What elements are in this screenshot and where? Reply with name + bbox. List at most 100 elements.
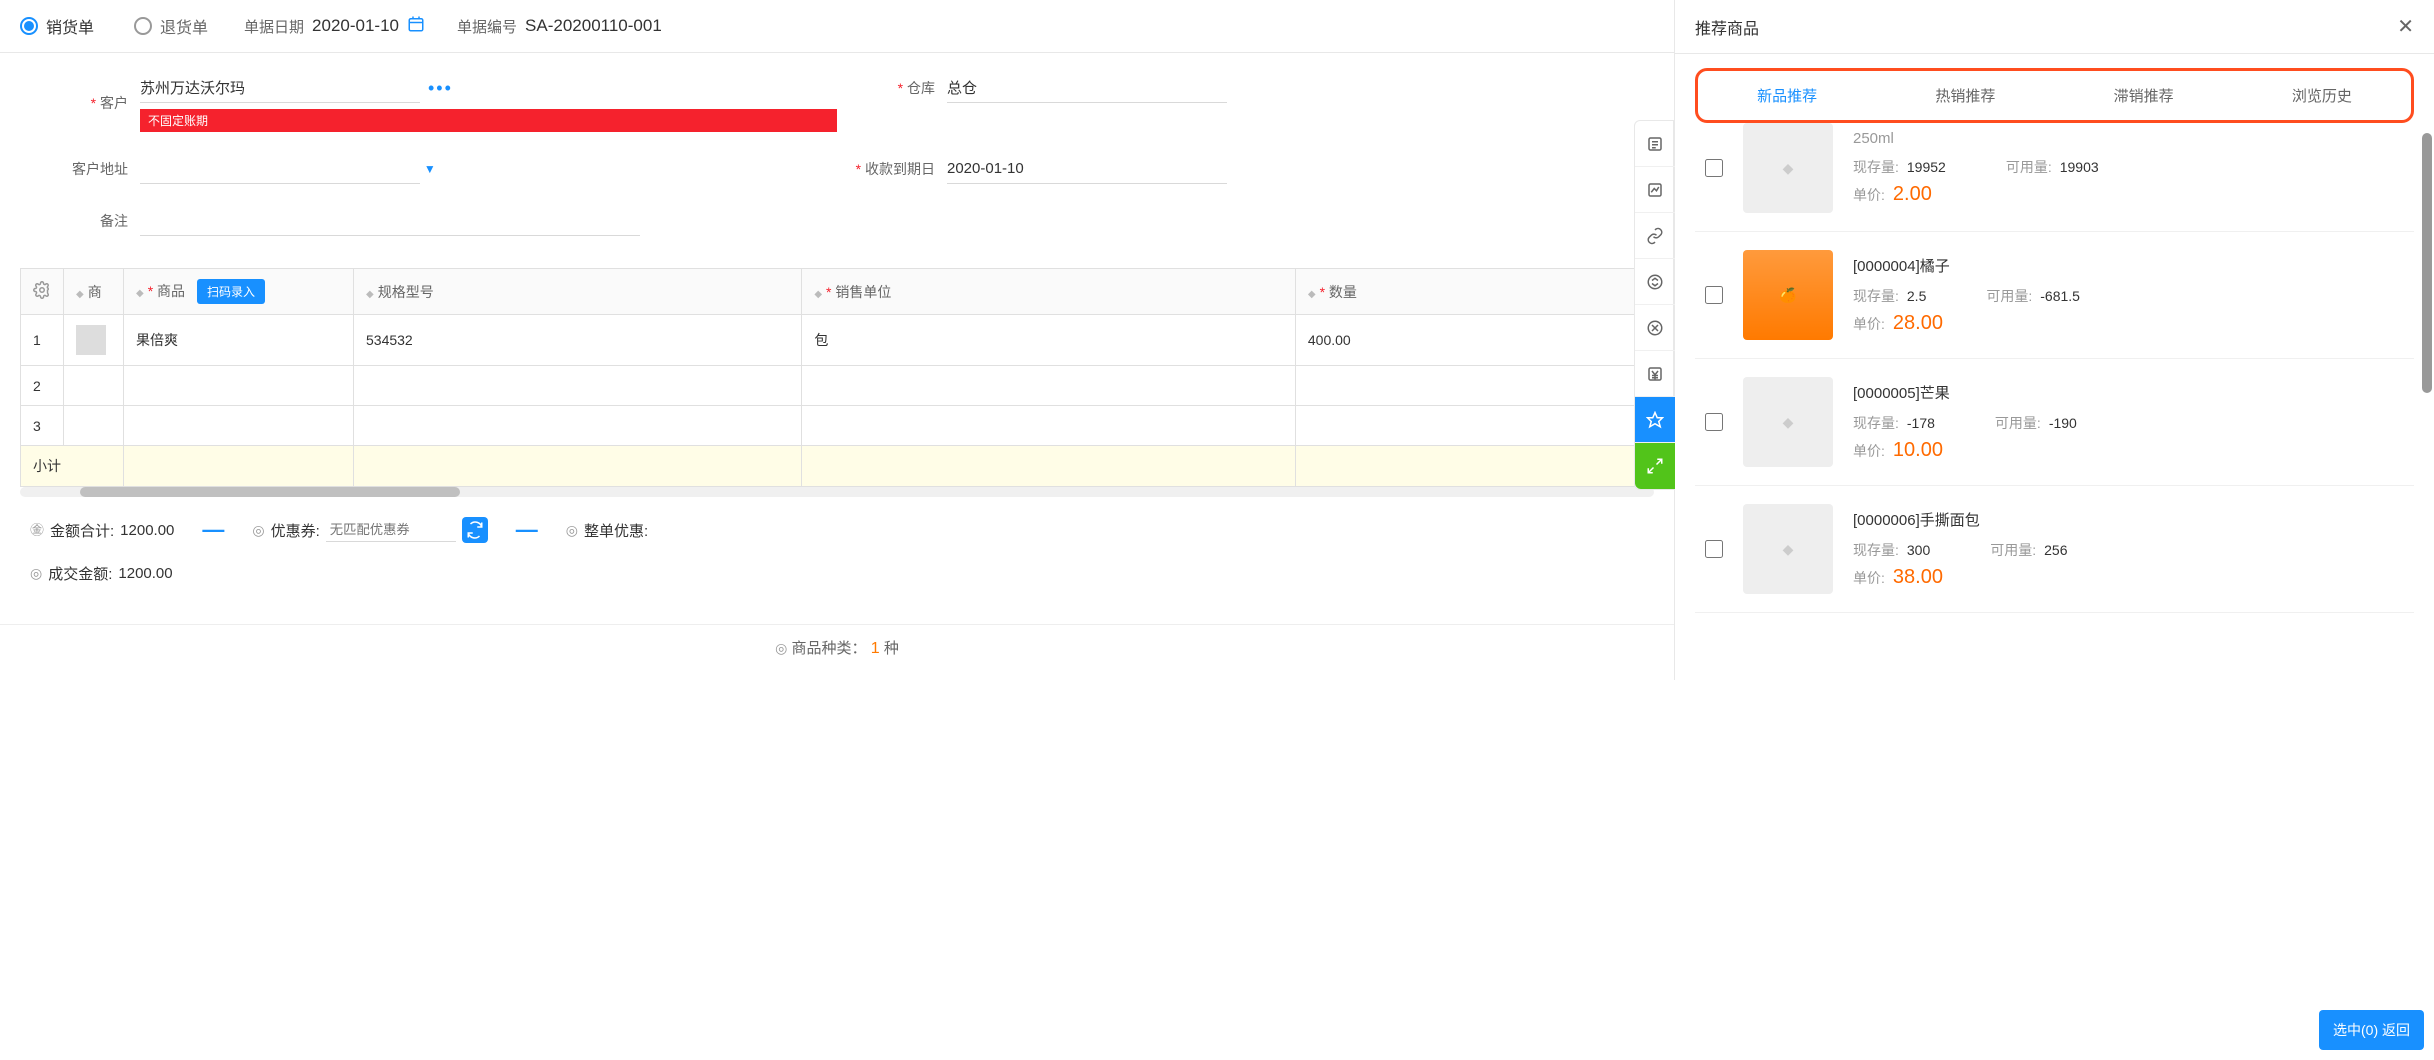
table-row[interactable]: 2 <box>21 366 1654 406</box>
remark-input[interactable] <box>140 206 640 236</box>
amount-value: 1200.00 <box>120 522 174 539</box>
rec-avail: 19903 <box>2060 159 2099 175</box>
minus-icon: — <box>202 517 224 543</box>
rec-item-name: [0000004]橘子 <box>1853 255 2404 276</box>
minus-icon: — <box>516 517 538 543</box>
customer-input[interactable] <box>140 73 420 103</box>
ribbon-expand-icon[interactable] <box>1635 443 1675 489</box>
rec-item: 🍊 [0000004]橘子 现存量:2.5 可用量:-681.5 单价:28.0… <box>1695 232 2414 359</box>
rec-price: 28.00 <box>1893 312 1943 334</box>
warehouse-label: 仓库 <box>837 78 947 98</box>
due-input[interactable] <box>947 154 1227 184</box>
close-icon[interactable]: ✕ <box>2397 14 2414 39</box>
ribbon-cancel-icon[interactable] <box>1635 305 1675 351</box>
discount-label: 整单优惠: <box>584 520 648 541</box>
deal-icon: ◎ <box>30 565 42 582</box>
rec-price: 38.00 <box>1893 566 1943 588</box>
rec-price: 2.00 <box>1893 183 1932 205</box>
radio-checked-icon <box>20 17 38 35</box>
horizontal-scrollbar[interactable] <box>20 487 1654 497</box>
rec-item: ◆ [0000005]芒果 现存量:-178 可用量:-190 单价:10.00 <box>1695 359 2414 486</box>
address-input[interactable] <box>140 154 420 184</box>
doc-date-value[interactable]: 2020-01-10 <box>312 16 399 36</box>
deal-value: 1200.00 <box>118 565 172 582</box>
ribbon-link-icon[interactable] <box>1635 213 1675 259</box>
scan-input-button[interactable]: 扫码录入 <box>197 279 265 304</box>
product-image-placeholder: ◆ <box>1743 123 1833 213</box>
ribbon-star-icon[interactable] <box>1635 397 1675 443</box>
doc-date-label: 单据日期 <box>244 16 304 37</box>
customer-label: 客户 <box>30 93 140 113</box>
deal-label: 成交金额: <box>48 563 112 584</box>
col-product[interactable]: ◆商品 扫码录入 <box>124 269 354 315</box>
warehouse-input[interactable] <box>947 73 1227 103</box>
rec-panel-title: 推荐商品 <box>1695 15 1759 39</box>
amount-label: 金额合计: <box>50 520 114 541</box>
col-unit[interactable]: ◆销售单位 <box>802 269 1296 315</box>
tab-return-order[interactable]: 退货单 <box>114 0 228 52</box>
product-thumb <box>76 325 106 355</box>
coupon-input[interactable] <box>326 518 456 542</box>
product-image-placeholder: ◆ <box>1743 504 1833 594</box>
calendar-icon[interactable] <box>407 15 425 37</box>
table-row[interactable]: 3 <box>21 406 1654 446</box>
rec-tab-new[interactable]: 新品推荐 <box>1698 71 1876 120</box>
rec-item-checkbox[interactable] <box>1705 413 1723 431</box>
rec-item: ◆ [0000006]手撕面包 现存量:300 可用量:256 单价:38.00 <box>1695 486 2414 613</box>
product-kinds-value: 1 <box>871 640 880 657</box>
col-spec[interactable]: ◆规格型号 <box>354 269 802 315</box>
line-items-table: ◆商 ◆商品 扫码录入 ◆规格型号 ◆销售单位 ◆数量 1 果倍爽 <box>20 268 1654 487</box>
radio-unchecked-icon <box>134 17 152 35</box>
product-kinds-label: 商品种类： <box>792 640 867 657</box>
col-img[interactable]: ◆商 <box>64 269 124 315</box>
rec-item: ◆ 250ml 现存量:19952 可用量:19903 单价:2.00 <box>1695 123 2414 232</box>
vertical-scrollbar[interactable] <box>2422 133 2432 393</box>
tab-sales-label: 销货单 <box>46 14 94 38</box>
rec-avail: 256 <box>2044 542 2067 558</box>
ribbon-chart-icon[interactable] <box>1635 167 1675 213</box>
currency-icon: ㊎ <box>30 520 44 540</box>
rec-tab-history[interactable]: 浏览历史 <box>2233 71 2411 120</box>
selected-return-button[interactable]: 选中(0) 返回 <box>2319 1010 2424 1050</box>
col-qty[interactable]: ◆数量 <box>1295 269 1653 315</box>
rec-avail: -681.5 <box>2040 288 2080 304</box>
rec-item-name: [0000005]芒果 <box>1853 382 2404 403</box>
address-label: 客户地址 <box>30 159 140 179</box>
product-kinds-suffix: 种 <box>884 640 899 657</box>
coupon-label: 优惠券: <box>271 520 320 541</box>
due-label: 收款到期日 <box>837 159 947 179</box>
product-image-placeholder: ◆ <box>1743 377 1833 467</box>
doc-no-label: 单据编号 <box>457 16 517 37</box>
remark-label: 备注 <box>30 211 140 231</box>
customer-more-icon[interactable]: ••• <box>428 78 453 99</box>
rec-item-checkbox[interactable] <box>1705 540 1723 558</box>
tab-sales-order[interactable]: 销货单 <box>0 0 114 52</box>
doc-no-value: SA-20200110-001 <box>525 16 662 36</box>
coupon-icon: ◎ <box>252 522 264 539</box>
rec-item-checkbox[interactable] <box>1705 286 1723 304</box>
customer-tag: 不固定账期 <box>140 109 837 132</box>
rec-item-checkbox[interactable] <box>1705 159 1723 177</box>
tab-return-label: 退货单 <box>160 14 208 38</box>
refresh-button[interactable] <box>462 517 488 543</box>
chevron-down-icon[interactable]: ▼ <box>424 162 436 176</box>
rec-tabs-highlight: 新品推荐 热销推荐 滞销推荐 浏览历史 <box>1695 68 2414 123</box>
rec-tab-slow[interactable]: 滞销推荐 <box>2055 71 2233 120</box>
rec-tab-hot[interactable]: 热销推荐 <box>1876 71 2054 120</box>
ribbon-swap-icon[interactable] <box>1635 259 1675 305</box>
ribbon-lines-icon[interactable] <box>1635 121 1675 167</box>
rec-item-name: 250ml <box>1853 130 2404 147</box>
rec-avail: -190 <box>2049 415 2077 431</box>
rec-stock: 300 <box>1907 542 1930 558</box>
subtotal-row: 小计 <box>21 446 1654 487</box>
product-image-orange: 🍊 <box>1743 250 1833 340</box>
discount-icon: ◎ <box>566 522 578 539</box>
rec-stock: -178 <box>1907 415 1935 431</box>
ribbon-currency-icon[interactable] <box>1635 351 1675 397</box>
rec-stock: 19952 <box>1907 159 1946 175</box>
table-row[interactable]: 1 果倍爽 534532 包 400.00 <box>21 315 1654 366</box>
table-settings[interactable] <box>21 269 64 315</box>
product-count-icon: ◎ <box>775 640 787 656</box>
rec-price: 10.00 <box>1893 439 1943 461</box>
side-ribbon <box>1634 120 1674 490</box>
